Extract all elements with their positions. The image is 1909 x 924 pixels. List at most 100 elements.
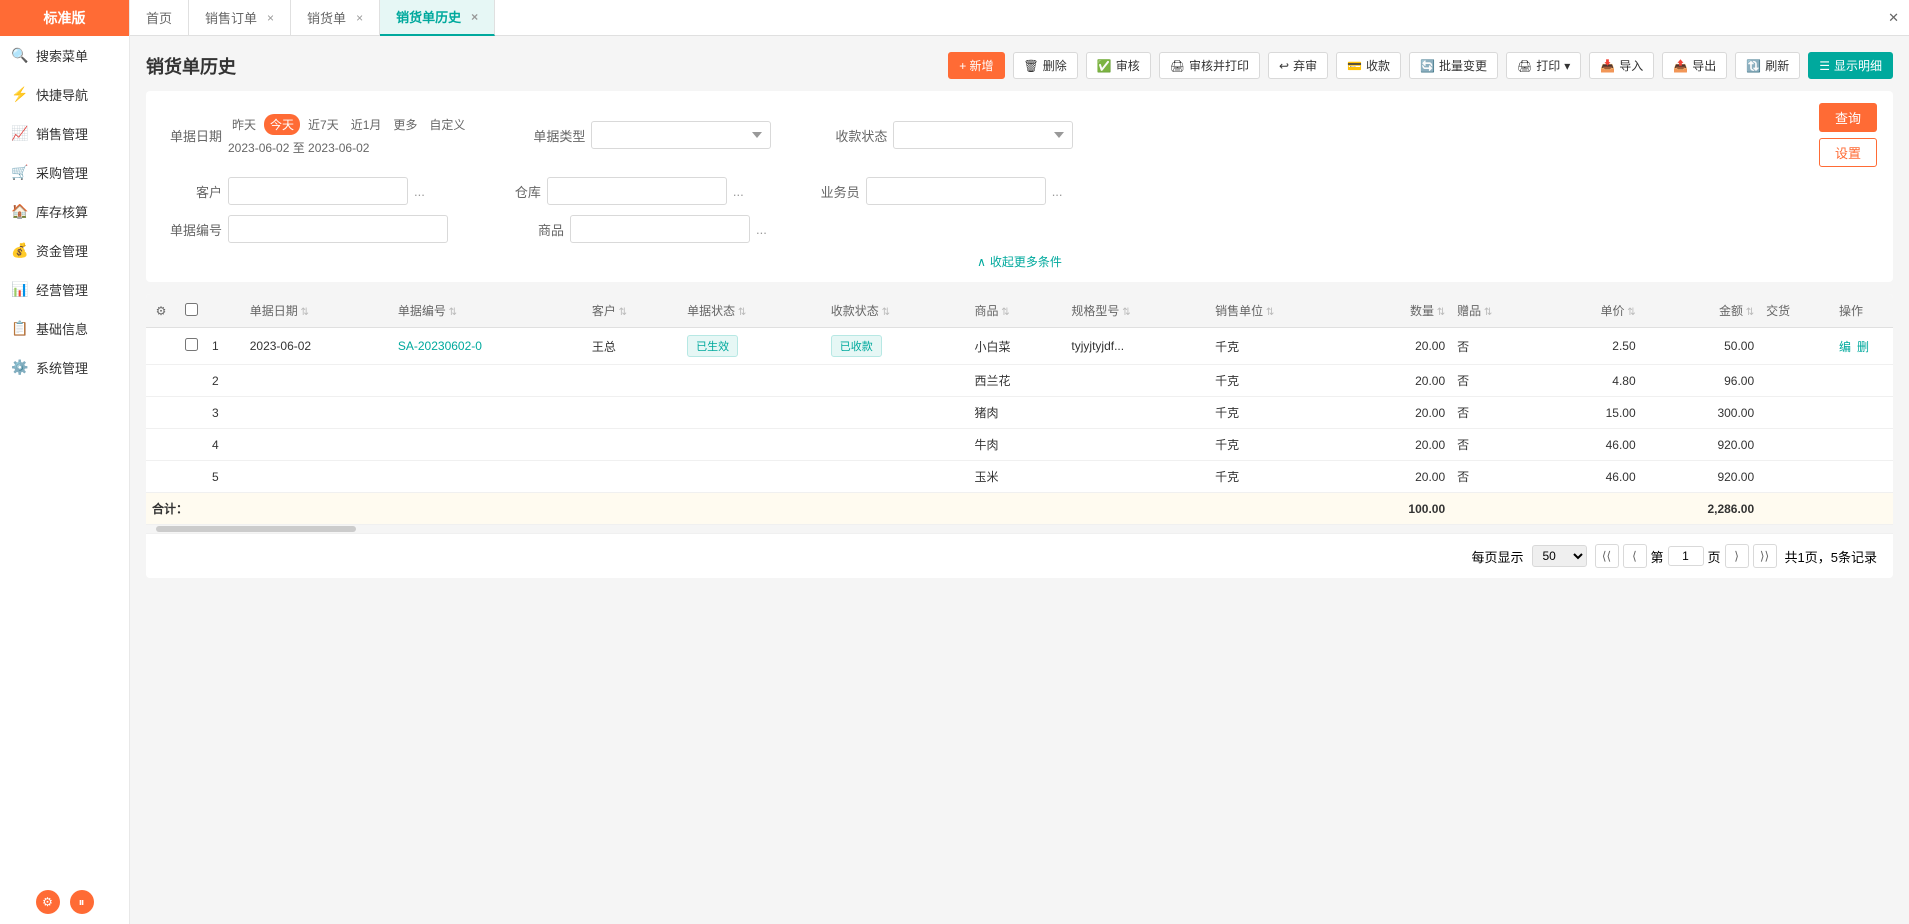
close-all-tabs[interactable]: ✕ — [1888, 10, 1899, 26]
col-spec[interactable]: 规格型号 — [1065, 294, 1209, 328]
col-gift[interactable]: 赠品 — [1451, 294, 1546, 328]
date-btn-today[interactable]: 今天 — [264, 114, 300, 135]
row-number[interactable] — [392, 429, 586, 461]
table-header-row: ⚙ 单据日期 单据编号 客户 单据状态 收款状态 商品 规格型号 销售单位 数量 — [146, 294, 1893, 328]
sidebar-item-operations[interactable]: 📊 经营管理 — [0, 270, 129, 309]
row-checkbox[interactable] — [185, 338, 198, 351]
table-row: 4牛肉千克20.00否46.00920.00 — [146, 429, 1893, 461]
customer-label: 客户 — [162, 182, 222, 201]
first-page-button[interactable]: ⟨⟨ — [1595, 544, 1619, 568]
row-seq: 5 — [206, 461, 244, 493]
import-button[interactable]: 📥 导入 — [1589, 52, 1654, 79]
abandon-button[interactable]: ↩ 弃审 — [1268, 52, 1328, 79]
payment-status-select[interactable] — [893, 121, 1073, 149]
warehouse-ellipsis[interactable]: ... — [733, 184, 744, 199]
print-button[interactable]: 🖨 打印 ▾ — [1506, 52, 1581, 79]
last-page-button[interactable]: ⟩⟩ — [1753, 544, 1777, 568]
col-pay-status[interactable]: 收款状态 — [825, 294, 969, 328]
delete-button[interactable]: 🗑 删除 — [1013, 52, 1078, 79]
sidebar-item-sales-mgmt[interactable]: 📈 销售管理 — [0, 114, 129, 153]
row-doc-status: 已生效 — [681, 328, 825, 365]
tab-sales-delivery-label: 销货单 — [307, 8, 346, 27]
show-detail-button[interactable]: ☰ 显示明细 — [1808, 52, 1893, 79]
col-goods[interactable]: 商品 — [968, 294, 1065, 328]
col-checkbox[interactable] — [176, 294, 206, 328]
collapse-button[interactable]: ∧ 收起更多条件 — [162, 253, 1877, 270]
sidebar-item-quick-nav[interactable]: ⚡ 快捷导航 — [0, 75, 129, 114]
select-all-checkbox[interactable] — [185, 303, 198, 316]
sidebar-item-purchase-mgmt[interactable]: 🛒 采购管理 — [0, 153, 129, 192]
goods-input[interactable] — [570, 215, 750, 243]
tab-sales-history-close[interactable]: × — [471, 10, 478, 24]
customer-ellipsis[interactable]: ... — [414, 184, 425, 199]
filter-item-payment-status: 收款状态 — [827, 121, 1073, 149]
page-suffix: 页 — [1708, 547, 1721, 566]
col-transaction: 交货 — [1760, 294, 1833, 328]
sidebar-item-finance[interactable]: 💰 资金管理 — [0, 231, 129, 270]
sidebar-item-label: 快捷导航 — [36, 85, 88, 104]
customer-input[interactable] — [228, 177, 408, 205]
col-number[interactable]: 单据编号 — [392, 294, 586, 328]
tab-sales-delivery-close[interactable]: × — [356, 11, 363, 25]
per-page-select[interactable]: 50 100 — [1532, 545, 1587, 567]
sidebar-item-basic-info[interactable]: 📋 基础信息 — [0, 309, 129, 348]
row-number[interactable] — [392, 461, 586, 493]
settings-bottom-icon[interactable]: ⚙ — [36, 890, 60, 914]
tab-sales-history[interactable]: 销货单历史 × — [380, 0, 495, 36]
batch-change-button[interactable]: 🔄 批量变更 — [1409, 52, 1498, 79]
col-doc-status[interactable]: 单据状态 — [681, 294, 825, 328]
col-unit[interactable]: 销售单位 — [1209, 294, 1353, 328]
edit-action[interactable]: 编 — [1839, 338, 1851, 355]
audit-button[interactable]: ✅ 审核 — [1086, 52, 1151, 79]
table-scrollbar-thumb[interactable] — [156, 526, 356, 532]
sidebar-item-inventory[interactable]: 🏠 库存核算 — [0, 192, 129, 231]
row-qty: 20.00 — [1353, 429, 1451, 461]
sidebar-item-search-menu[interactable]: 🔍 搜索菜单 — [0, 36, 129, 75]
sidebar-item-system-mgmt[interactable]: ⚙️ 系统管理 — [0, 348, 129, 387]
col-price[interactable]: 单价 — [1546, 294, 1641, 328]
collect-button[interactable]: 💳 收款 — [1336, 52, 1401, 79]
row-number[interactable] — [392, 365, 586, 397]
filter-settings-button[interactable]: 设置 — [1819, 138, 1877, 167]
query-button[interactable]: 查询 — [1819, 103, 1877, 132]
doc-number-input[interactable] — [228, 215, 448, 243]
tabs-bar: 首页 销售订单 × 销货单 × 销货单历史 × ✕ — [130, 0, 1909, 36]
row-number[interactable]: SA-20230602-0 — [392, 328, 586, 365]
pause-bottom-icon[interactable]: ⏸ — [70, 890, 94, 914]
col-customer[interactable]: 客户 — [586, 294, 681, 328]
export-button[interactable]: 📤 导出 — [1662, 52, 1727, 79]
date-btn-custom[interactable]: 自定义 — [425, 114, 469, 135]
tab-sales-delivery[interactable]: 销货单 × — [291, 0, 380, 36]
tab-sales-order[interactable]: 销售订单 × — [189, 0, 291, 36]
salesperson-input[interactable] — [866, 177, 1046, 205]
refresh-button[interactable]: 🔃 刷新 — [1735, 52, 1800, 79]
doc-type-select[interactable] — [591, 121, 771, 149]
tab-home[interactable]: 首页 — [130, 0, 189, 36]
col-qty[interactable]: 数量 — [1353, 294, 1451, 328]
date-btn-7days[interactable]: 近7天 — [304, 114, 343, 135]
tab-sales-order-close[interactable]: × — [267, 11, 274, 25]
col-date[interactable]: 单据日期 — [244, 294, 392, 328]
date-btn-more[interactable]: 更多 — [389, 114, 421, 135]
date-btn-1month[interactable]: 近1月 — [347, 114, 386, 135]
delete-action[interactable]: 删 — [1857, 338, 1869, 355]
next-page-button[interactable]: ⟩ — [1725, 544, 1749, 568]
goods-ellipsis[interactable]: ... — [756, 222, 767, 237]
chart-icon: 📈 — [12, 126, 28, 142]
prev-page-button[interactable]: ⟨ — [1623, 544, 1647, 568]
col-amount[interactable]: 金额 — [1642, 294, 1761, 328]
salesperson-ellipsis[interactable]: ... — [1052, 184, 1063, 199]
new-button[interactable]: + 新增 — [948, 52, 1004, 79]
row-gift: 否 — [1451, 365, 1546, 397]
row-number[interactable] — [392, 397, 586, 429]
audit-print-button[interactable]: 🖨 审核并打印 — [1159, 52, 1260, 79]
date-btn-yesterday[interactable]: 昨天 — [228, 114, 260, 135]
page-number-input[interactable] — [1668, 546, 1704, 566]
row-date — [244, 397, 392, 429]
search-icon: 🔍 — [12, 48, 28, 64]
collect-icon: 💳 — [1347, 59, 1362, 73]
row-qty: 20.00 — [1353, 328, 1451, 365]
home-icon: 🏠 — [12, 204, 28, 220]
col-gear[interactable]: ⚙ — [146, 294, 176, 328]
warehouse-input[interactable] — [547, 177, 727, 205]
